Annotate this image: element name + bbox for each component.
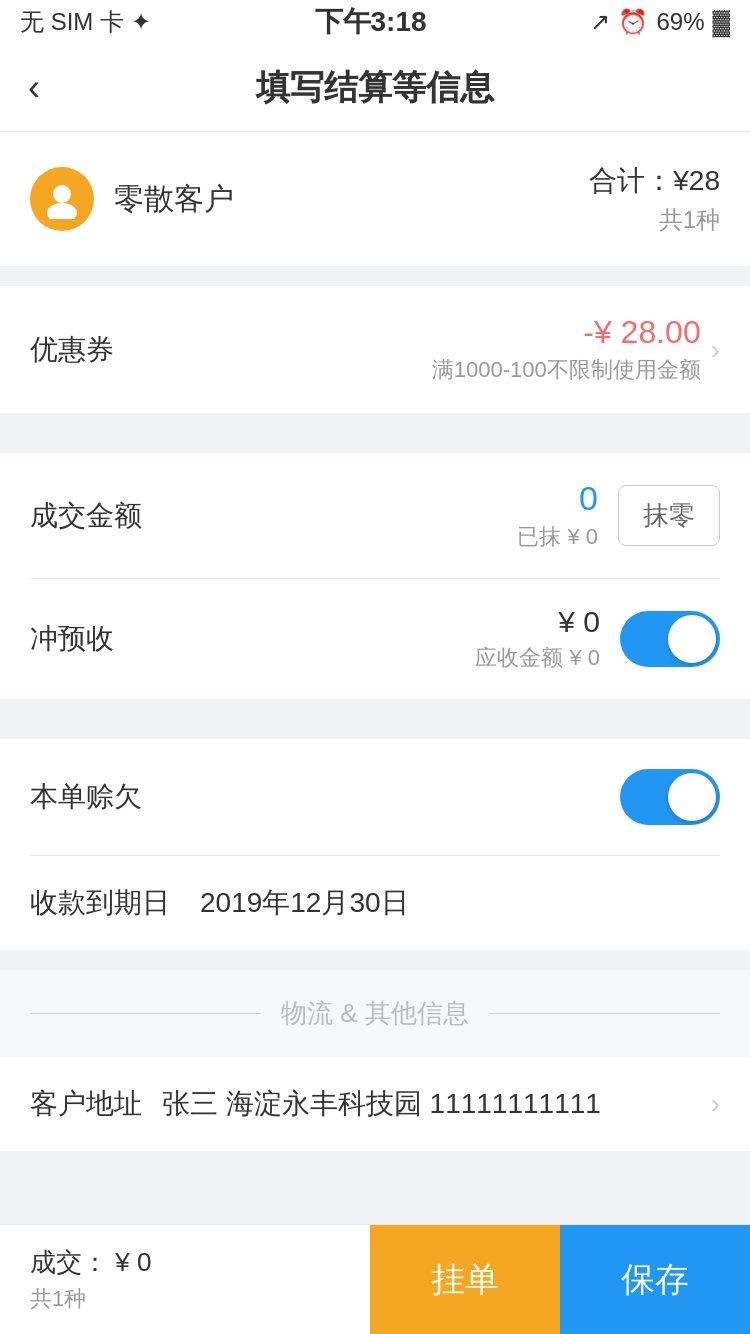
total-count: 共1种 bbox=[589, 204, 720, 236]
duedate-row[interactable]: 收款到期日 2019年12月30日 bbox=[0, 856, 750, 950]
coupon-right: -¥ 28.00 满1000-100不限制使用金额 › bbox=[432, 314, 720, 385]
logistics-text: 物流 & 其他信息 bbox=[261, 996, 489, 1031]
battery-text: 69% bbox=[656, 8, 704, 36]
coupon-chevron-icon: › bbox=[711, 334, 720, 366]
prereceipt-sub: 应收金额 ¥ 0 bbox=[475, 643, 600, 673]
coupon-section[interactable]: 优惠券 -¥ 28.00 满1000-100不限制使用金额 › bbox=[0, 286, 750, 413]
bottom-actions: 挂单 保存 bbox=[370, 1225, 750, 1334]
bottom-summary-top: 成交： ¥ 0 bbox=[30, 1245, 370, 1280]
prereceipt-right: ¥ 0 应收金额 ¥ 0 bbox=[475, 605, 720, 673]
customer-avatar bbox=[30, 167, 94, 231]
coupon-label: 优惠券 bbox=[30, 331, 114, 369]
bottom-summary: 成交： ¥ 0 共1种 bbox=[0, 1245, 370, 1314]
debt-row: 本单赊欠 bbox=[0, 739, 750, 855]
prereceipt-toggle[interactable] bbox=[620, 611, 720, 667]
logistics-line-right bbox=[489, 1013, 720, 1014]
roundoff-button[interactable]: 抹零 bbox=[618, 485, 720, 546]
debt-label: 本单赊欠 bbox=[30, 778, 142, 816]
status-left: 无 SIM 卡 ✦ bbox=[20, 6, 151, 38]
signal-text: 无 SIM 卡 ✦ bbox=[20, 6, 151, 38]
logistics-separator: 物流 & 其他信息 bbox=[0, 970, 750, 1057]
svg-point-0 bbox=[53, 185, 71, 203]
customer-left: 零散客户 bbox=[30, 167, 234, 231]
transaction-section: 成交金额 0 已抹 ¥ 0 抹零 冲预收 ¥ 0 应收金额 ¥ 0 bbox=[0, 453, 750, 699]
battery-icon: ▓ bbox=[712, 8, 730, 36]
customer-row: 零散客户 合计：¥28 共1种 bbox=[0, 132, 750, 266]
prereceipt-amount-area: ¥ 0 应收金额 ¥ 0 bbox=[475, 605, 600, 673]
toggle-thumb bbox=[668, 615, 716, 663]
coupon-desc: 满1000-100不限制使用金额 bbox=[432, 355, 701, 385]
customer-name: 零散客户 bbox=[114, 179, 234, 220]
amount-input-area: 0 已抹 ¥ 0 bbox=[517, 479, 598, 552]
svg-point-1 bbox=[47, 203, 77, 219]
transaction-row: 成交金额 0 已抹 ¥ 0 抹零 bbox=[0, 453, 750, 578]
status-time: 下午3:18 bbox=[315, 3, 427, 41]
coupon-discount: -¥ 28.00 bbox=[432, 314, 701, 351]
address-label: 客户地址 bbox=[30, 1085, 142, 1123]
customer-section: 零散客户 合计：¥28 共1种 bbox=[0, 132, 750, 266]
total-label: 合计：¥28 bbox=[589, 162, 720, 200]
transaction-sub: 已抹 ¥ 0 bbox=[517, 522, 598, 552]
section-separator-1 bbox=[0, 433, 750, 453]
status-bar: 无 SIM 卡 ✦ 下午3:18 ↗ ⏰ 69% ▓ bbox=[0, 0, 750, 44]
transaction-right: 0 已抹 ¥ 0 抹零 bbox=[517, 479, 720, 552]
location-icon: ↗ bbox=[590, 8, 610, 36]
transaction-label: 成交金额 bbox=[30, 497, 142, 535]
address-row[interactable]: 客户地址 张三 海淀永丰科技园 11111111111 › bbox=[0, 1057, 750, 1151]
debt-toggle[interactable] bbox=[620, 769, 720, 825]
section-separator-2 bbox=[0, 719, 750, 739]
page-title: 填写结算等信息 bbox=[256, 65, 494, 111]
coupon-amount: -¥ 28.00 满1000-100不限制使用金额 bbox=[432, 314, 701, 385]
nav-bar: ‹ 填写结算等信息 bbox=[0, 44, 750, 132]
save-button[interactable]: 保存 bbox=[560, 1225, 750, 1334]
prereceipt-label: 冲预收 bbox=[30, 620, 114, 658]
customer-right: 合计：¥28 共1种 bbox=[589, 162, 720, 236]
debt-toggle-track bbox=[620, 769, 720, 825]
pending-button[interactable]: 挂单 bbox=[370, 1225, 560, 1334]
logistics-line-left bbox=[30, 1013, 261, 1014]
address-value: 张三 海淀永丰科技园 11111111111 bbox=[162, 1085, 691, 1123]
debt-section: 本单赊欠 收款到期日 2019年12月30日 bbox=[0, 739, 750, 950]
transaction-value[interactable]: 0 bbox=[579, 479, 598, 518]
toggle-track bbox=[620, 611, 720, 667]
bottom-summary-count: 共1种 bbox=[30, 1284, 370, 1314]
back-button[interactable]: ‹ bbox=[28, 67, 40, 109]
coupon-row[interactable]: 优惠券 -¥ 28.00 满1000-100不限制使用金额 › bbox=[0, 286, 750, 413]
alarm-icon: ⏰ bbox=[618, 8, 648, 36]
bottom-bar: 成交： ¥ 0 共1种 挂单 保存 bbox=[0, 1224, 750, 1334]
address-section[interactable]: 客户地址 张三 海淀永丰科技园 11111111111 › bbox=[0, 1057, 750, 1151]
debt-toggle-thumb bbox=[668, 773, 716, 821]
content-area: 零散客户 合计：¥28 共1种 优惠券 -¥ 28.00 满1000-100不限… bbox=[0, 132, 750, 1291]
duedate-value: 2019年12月30日 bbox=[200, 884, 409, 922]
prereceipt-row: 冲预收 ¥ 0 应收金额 ¥ 0 bbox=[0, 579, 750, 699]
prereceipt-amount: ¥ 0 bbox=[558, 605, 600, 639]
status-right: ↗ ⏰ 69% ▓ bbox=[590, 8, 730, 36]
duedate-label: 收款到期日 bbox=[30, 884, 170, 922]
address-chevron-icon: › bbox=[711, 1088, 720, 1120]
